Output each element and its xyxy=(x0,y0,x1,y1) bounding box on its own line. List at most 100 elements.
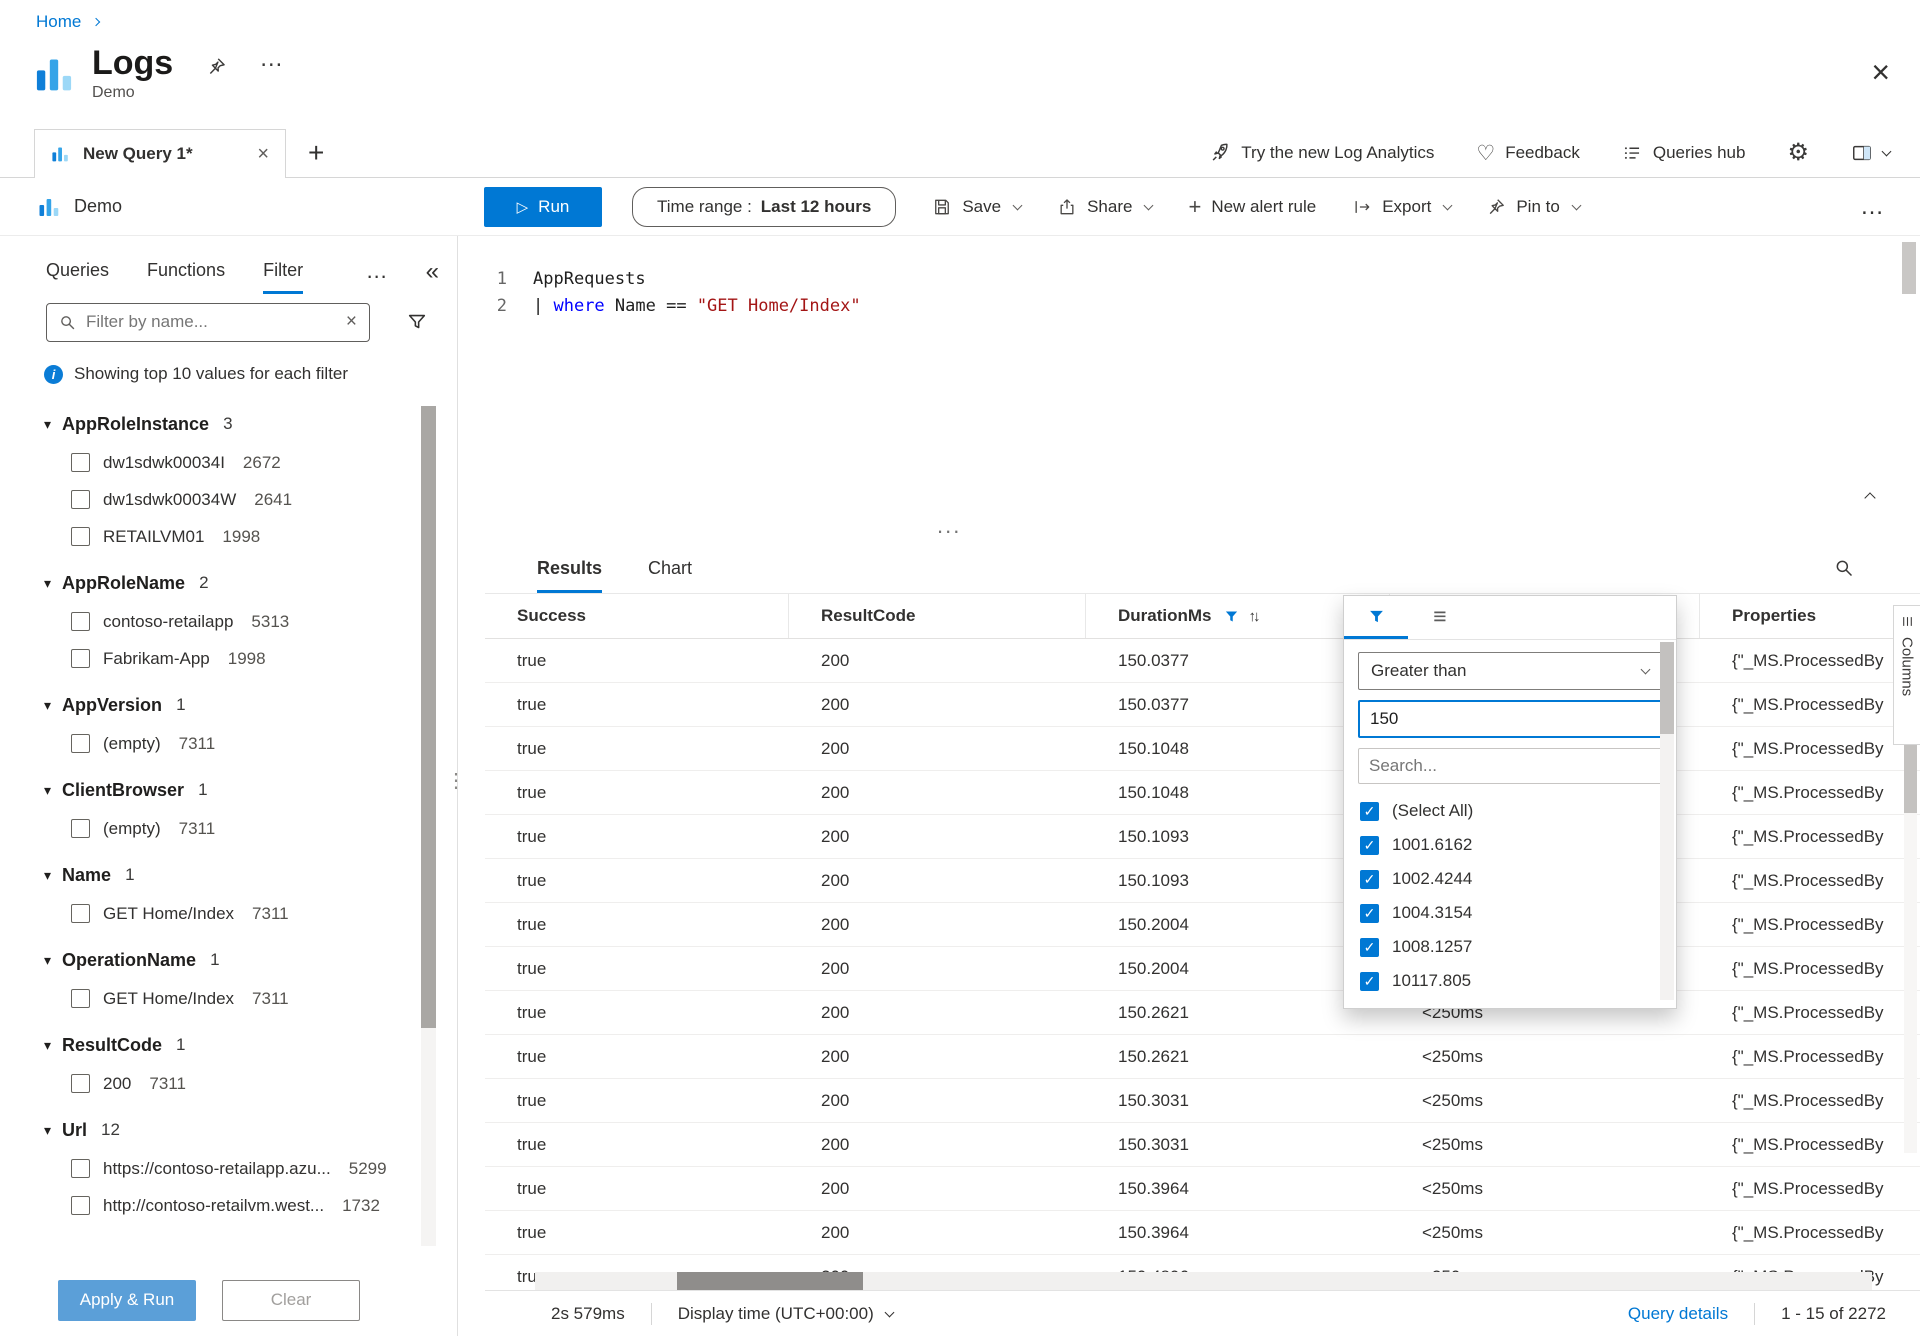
tab-results[interactable]: Results xyxy=(537,558,602,593)
filter-value-row[interactable]: dw1sdwk00034I 2672 xyxy=(44,444,413,481)
active-filter-icon[interactable] xyxy=(1224,609,1239,624)
checkbox-unchecked[interactable] xyxy=(71,1074,90,1093)
checkbox-checked[interactable]: ✓ xyxy=(1360,802,1379,821)
filter-option-row[interactable]: ✓ (Select All) xyxy=(1360,794,1640,828)
filter-group-header[interactable]: ▾ AppRoleInstance 3 xyxy=(44,404,413,444)
filter-option-row[interactable]: ✓ 10117.805 xyxy=(1360,964,1640,998)
filter-value-row[interactable]: RETAILVM01 1998 xyxy=(44,518,413,555)
feedback-button[interactable]: ♡ Feedback xyxy=(1476,143,1580,164)
filter-value-row[interactable]: (empty) 7311 xyxy=(44,810,413,847)
filter-value-row[interactable]: GET Home/Index 7311 xyxy=(44,895,413,932)
filter-option-row[interactable]: ✓ 1002.4244 xyxy=(1360,862,1640,896)
export-button[interactable]: Export xyxy=(1352,197,1451,217)
more-options-icon[interactable]: … xyxy=(259,44,285,74)
filter-value-row[interactable]: https://contoso-retailapp.azu... 5299 xyxy=(44,1150,413,1187)
collapse-editor-icon[interactable] xyxy=(1866,487,1874,507)
query-details-link[interactable]: Query details xyxy=(1628,1304,1728,1324)
tab-filter[interactable]: Filter xyxy=(263,260,303,294)
column-header-resultcode[interactable]: ResultCode xyxy=(789,594,1086,638)
checkbox-unchecked[interactable] xyxy=(71,904,90,923)
filter-value-input[interactable] xyxy=(1358,700,1662,738)
settings-gear-icon[interactable]: ⚙ xyxy=(1787,141,1809,165)
filter-group-header[interactable]: ▾ ResultCode 1 xyxy=(44,1025,413,1065)
query-editor[interactable]: 1 AppRequests 2 | where Name == "GET Hom… xyxy=(485,236,1920,521)
filter-value-row[interactable]: http://contoso-retailvm.west... 1732 xyxy=(44,1187,413,1224)
checkbox-checked[interactable]: ✓ xyxy=(1360,904,1379,923)
table-row[interactable]: true 200 150.1048 <250ms {"_MS.Processed… xyxy=(485,727,1920,771)
new-alert-rule-button[interactable]: + New alert rule xyxy=(1188,197,1316,217)
filter-value-row[interactable]: 200 7311 xyxy=(44,1065,413,1102)
checkbox-unchecked[interactable] xyxy=(71,527,90,546)
table-row[interactable]: true 200 150.1048 <250ms {"_MS.Processed… xyxy=(485,771,1920,815)
filter-operator-select[interactable]: Greater than xyxy=(1358,652,1662,690)
code-line[interactable]: 1 AppRequests xyxy=(485,266,1920,293)
popup-scrollbar[interactable] xyxy=(1660,642,1674,1000)
table-row[interactable]: true 200 150.2621 <250ms {"_MS.Processed… xyxy=(485,1035,1920,1079)
results-search-icon[interactable] xyxy=(1834,558,1854,578)
popup-scrollbar-thumb[interactable] xyxy=(1660,642,1674,734)
popup-tab-list[interactable]: ≡ xyxy=(1408,596,1472,639)
pin-icon[interactable] xyxy=(207,56,227,76)
checkbox-unchecked[interactable] xyxy=(71,490,90,509)
filter-icon[interactable] xyxy=(406,311,428,333)
checkbox-unchecked[interactable] xyxy=(71,612,90,631)
breadcrumb-home-link[interactable]: Home xyxy=(36,12,81,32)
filter-group-header[interactable]: ▾ AppRoleName 2 xyxy=(44,563,413,603)
code-line[interactable]: 2 | where Name == "GET Home/Index" xyxy=(485,293,1920,320)
filter-group-header[interactable]: ▾ Url 12 xyxy=(44,1110,413,1150)
clear-button[interactable]: Clear xyxy=(222,1280,360,1321)
collapse-sidebar-icon[interactable]: « xyxy=(426,258,439,294)
checkbox-unchecked[interactable] xyxy=(71,1159,90,1178)
filter-search-input[interactable] xyxy=(86,312,336,332)
new-tab-button[interactable]: + xyxy=(308,139,324,167)
filter-value-row[interactable]: Fabrikam-App 1998 xyxy=(44,640,413,677)
close-icon[interactable]: × xyxy=(1871,54,1890,91)
table-row[interactable]: true 200 150.1093 <250ms {"_MS.Processed… xyxy=(485,859,1920,903)
clear-search-icon[interactable]: × xyxy=(346,311,357,333)
filter-value-row[interactable]: (empty) 7311 xyxy=(44,725,413,762)
table-row[interactable]: true 200 150.3964 <250ms {"_MS.Processed… xyxy=(485,1211,1920,1255)
tab-chart[interactable]: Chart xyxy=(648,558,692,593)
table-row[interactable]: true 200 150.3031 <250ms {"_MS.Processed… xyxy=(485,1123,1920,1167)
checkbox-checked[interactable]: ✓ xyxy=(1360,870,1379,889)
pane-drag-handle[interactable]: ⋮ xyxy=(446,776,466,787)
filter-group-header[interactable]: ▾ ClientBrowser 1 xyxy=(44,770,413,810)
filter-group-header[interactable]: ▾ AppVersion 1 xyxy=(44,685,413,725)
filter-value-row[interactable]: dw1sdwk00034W 2641 xyxy=(44,481,413,518)
sidebar-scrollbar[interactable] xyxy=(421,406,436,1246)
checkbox-unchecked[interactable] xyxy=(71,1196,90,1215)
queries-hub-button[interactable]: Queries hub xyxy=(1622,143,1746,164)
checkbox-checked[interactable]: ✓ xyxy=(1360,836,1379,855)
tab-new-query-1[interactable]: New Query 1* × xyxy=(34,129,286,178)
checkbox-unchecked[interactable] xyxy=(71,734,90,753)
tab-queries[interactable]: Queries xyxy=(46,260,109,294)
layout-panel-button[interactable] xyxy=(1851,142,1890,164)
table-row[interactable]: true 200 150.0377 <250ms {"_MS.Processed… xyxy=(485,683,1920,727)
checkbox-checked[interactable]: ✓ xyxy=(1360,938,1379,957)
table-row[interactable]: true 200 150.1093 <250ms {"_MS.Processed… xyxy=(485,815,1920,859)
apply-run-button[interactable]: Apply & Run xyxy=(58,1280,196,1321)
column-header-success[interactable]: Success xyxy=(485,594,789,638)
filter-options-search-input[interactable] xyxy=(1358,748,1662,784)
pin-to-button[interactable]: Pin to xyxy=(1487,197,1579,217)
save-button[interactable]: Save xyxy=(932,197,1021,217)
share-button[interactable]: Share xyxy=(1057,197,1152,217)
editor-results-splitter[interactable]: ... xyxy=(485,521,1920,543)
filter-option-row[interactable]: ✓ 1008.1257 xyxy=(1360,930,1640,964)
table-row[interactable]: true 200 150.2621 <250ms {"_MS.Processed… xyxy=(485,991,1920,1035)
column-header-properties[interactable]: Properties xyxy=(1700,594,1920,638)
filter-group-header[interactable]: ▾ OperationName 1 xyxy=(44,940,413,980)
checkbox-unchecked[interactable] xyxy=(71,819,90,838)
sort-icon[interactable]: ↑↓ xyxy=(1249,608,1258,625)
table-row[interactable]: true 200 150.0377 <250ms {"_MS.Processed… xyxy=(485,639,1920,683)
tab-functions[interactable]: Functions xyxy=(147,260,225,294)
checkbox-unchecked[interactable] xyxy=(71,453,90,472)
results-horizontal-scrollbar[interactable] xyxy=(535,1272,1872,1290)
results-hscroll-thumb[interactable] xyxy=(677,1272,863,1290)
filter-value-row[interactable]: contoso-retailapp 5313 xyxy=(44,603,413,640)
sidebar-more-icon[interactable]: … xyxy=(366,258,388,294)
close-tab-icon[interactable]: × xyxy=(257,143,269,166)
checkbox-unchecked[interactable] xyxy=(71,649,90,668)
filter-option-row[interactable]: ✓ 1004.3154 xyxy=(1360,896,1640,930)
editor-scrollbar-thumb[interactable] xyxy=(1902,242,1916,294)
